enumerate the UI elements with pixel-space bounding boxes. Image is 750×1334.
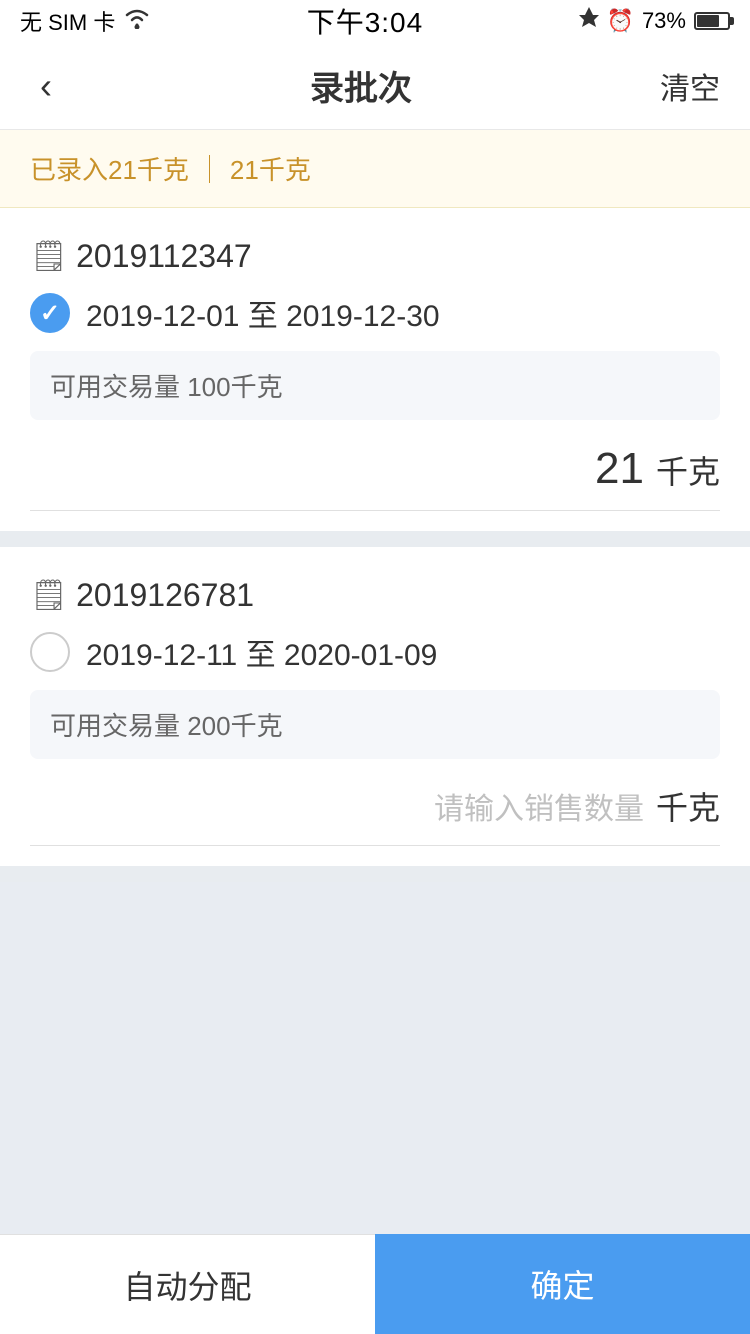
batch-1-date-row[interactable]: 2019-12-01 至 2019-12-30 (30, 291, 720, 335)
status-time: 下午3:04 (307, 1, 424, 41)
batch-1-icon: 🗒 (30, 239, 68, 274)
batch-2-date-row[interactable]: 2019-12-11 至 2020-01-09 (30, 630, 720, 674)
status-bar: 无 SIM 卡 下午3:04 ⏰ 73% (0, 0, 750, 42)
info-divider (209, 155, 210, 183)
batch-2-input-row[interactable]: 请输入销售数量 千克 (0, 759, 750, 845)
recorded-value: 21千克 (230, 150, 311, 187)
location-icon (579, 7, 599, 35)
batch-2-card: 🗒 2019126781 2019-12-11 至 2020-01-09 可用交… (0, 547, 750, 866)
back-button[interactable]: ‹ (30, 55, 62, 117)
sim-status: 无 SIM 卡 (20, 5, 115, 37)
battery-percent: 73% (642, 8, 686, 34)
info-banner: 已录入21千克 21千克 (0, 130, 750, 208)
battery-icon (694, 12, 730, 30)
section-divider-1 (0, 531, 750, 547)
batch-1-quantity-value[interactable]: 21 (595, 444, 644, 494)
auto-distribute-button[interactable]: 自动分配 (0, 1234, 375, 1334)
wifi-icon (123, 7, 151, 35)
batch-2-icon: 🗒 (30, 578, 68, 613)
batch-1-card: 🗒 2019112347 2019-12-01 至 2019-12-30 可用交… (0, 208, 750, 531)
batch-2-input-placeholder[interactable]: 请输入销售数量 (434, 784, 644, 828)
batch-1-id-row: 🗒 2019112347 (30, 238, 720, 275)
batch-1-quantity-row[interactable]: 21 千克 (0, 420, 750, 510)
page-title: 录批次 (310, 61, 412, 110)
alarm-icon: ⏰ (607, 8, 634, 34)
batch-1-radio[interactable] (30, 293, 70, 333)
batch-2-id-row: 🗒 2019126781 (30, 577, 720, 614)
batch-1-id: 2019112347 (76, 238, 252, 275)
batch-2-radio[interactable] (30, 632, 70, 672)
batch-2-date: 2019-12-11 至 2020-01-09 (86, 630, 437, 674)
batch-2-available: 可用交易量 200千克 (30, 690, 720, 759)
confirm-button[interactable]: 确定 (375, 1234, 750, 1334)
status-left: 无 SIM 卡 (20, 5, 151, 37)
batch-1-date: 2019-12-01 至 2019-12-30 (86, 291, 440, 335)
bottom-bar: 自动分配 确定 (0, 1234, 750, 1334)
nav-bar: ‹ 录批次 清空 (0, 42, 750, 130)
clear-button[interactable]: 清空 (660, 64, 720, 108)
status-right: ⏰ 73% (579, 7, 730, 35)
batch-2-id: 2019126781 (76, 577, 254, 614)
recorded-label: 已录入21千克 (30, 150, 189, 187)
batch-2-unit: 千克 (656, 783, 720, 829)
batch-1-unit: 千克 (656, 447, 720, 493)
batch-1-available: 可用交易量 100千克 (30, 351, 720, 420)
gray-area (0, 882, 750, 1262)
section-divider-2 (0, 866, 750, 882)
